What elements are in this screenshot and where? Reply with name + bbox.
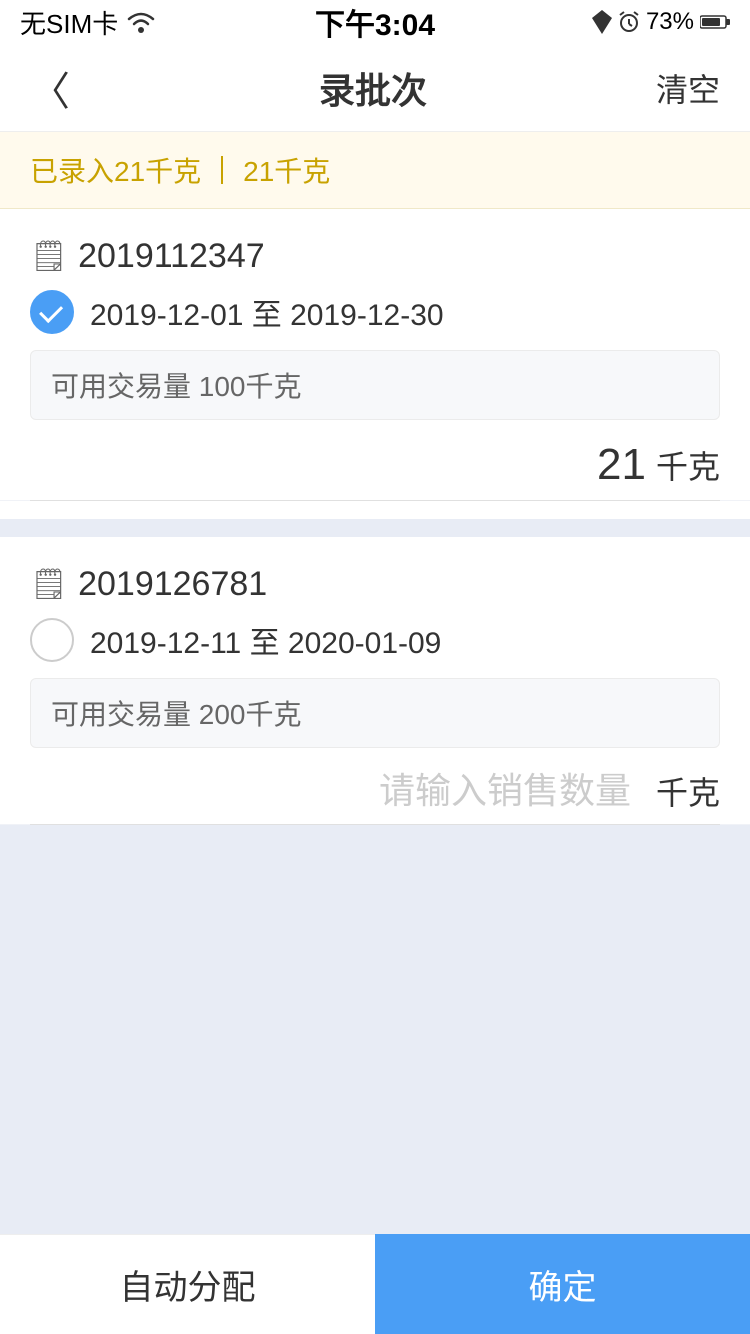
nav-bar: 〈 录批次 清空 xyxy=(0,44,750,132)
batch-2-radio[interactable] xyxy=(30,618,74,662)
auto-distribute-button[interactable]: 自动分配 xyxy=(0,1234,375,1334)
batch-item-2: 🗒 2019126781 2019-12-11 至 2020-01-09 可用交… xyxy=(0,537,750,748)
footer: 自动分配 确定 xyxy=(0,1234,750,1334)
batch-1-bottom-space xyxy=(0,501,750,519)
battery-text: 73% xyxy=(646,8,694,36)
batch-item-1: 🗒 2019112347 2019-12-01 至 2019-12-30 可用交… xyxy=(0,209,750,420)
batch-2-qty-input[interactable] xyxy=(30,770,646,812)
batch-1-amount-unit: 千克 xyxy=(656,442,720,488)
batch-2-available: 可用交易量 200千克 xyxy=(30,678,720,748)
batch-2-input-unit: 千克 xyxy=(656,768,720,814)
batch-2-date: 2019-12-11 至 2020-01-09 xyxy=(90,618,441,662)
carrier-text: 无SIM卡 xyxy=(20,4,118,41)
info-value: 21千克 xyxy=(243,150,330,190)
batch-1-icon: 🗒 xyxy=(30,239,68,274)
back-button[interactable]: 〈 xyxy=(30,59,90,117)
battery-icon xyxy=(700,14,730,30)
batch-1-id: 2019112347 xyxy=(78,237,265,276)
batch-2-input-row: 千克 xyxy=(0,748,750,824)
status-right: 73% xyxy=(592,8,730,36)
status-carrier: 无SIM卡 xyxy=(20,4,156,41)
batch-1-amount-value: 21 xyxy=(597,440,646,490)
confirm-button[interactable]: 确定 xyxy=(375,1234,750,1334)
batch-2-id: 2019126781 xyxy=(78,565,267,604)
status-bar: 无SIM卡 下午3:04 73% xyxy=(0,0,750,44)
clear-button[interactable]: 清空 xyxy=(656,65,720,111)
batch-1-available: 可用交易量 100千克 xyxy=(30,350,720,420)
page-title: 录批次 xyxy=(319,62,427,114)
section-gap xyxy=(0,519,750,537)
info-banner: 已录入21千克 21千克 xyxy=(0,132,750,209)
status-time: 下午3:04 xyxy=(315,0,435,44)
batch-1-header: 🗒 2019112347 xyxy=(30,237,720,276)
alarm-icon xyxy=(618,11,640,33)
wifi-icon xyxy=(126,11,156,33)
batch-2-header: 🗒 2019126781 xyxy=(30,565,720,604)
batch-1-amount-row: 21 千克 xyxy=(0,420,750,500)
info-divider xyxy=(221,156,223,184)
batch-1-date-row: 2019-12-01 至 2019-12-30 xyxy=(30,290,720,334)
bottom-empty-area xyxy=(0,825,750,1285)
location-icon xyxy=(592,10,612,34)
info-label: 已录入21千克 xyxy=(30,150,201,190)
batch-2-icon: 🗒 xyxy=(30,567,68,602)
batch-1-date: 2019-12-01 至 2019-12-30 xyxy=(90,290,444,334)
batch-2-date-row: 2019-12-11 至 2020-01-09 xyxy=(30,618,720,662)
batch-1-radio[interactable] xyxy=(30,290,74,334)
